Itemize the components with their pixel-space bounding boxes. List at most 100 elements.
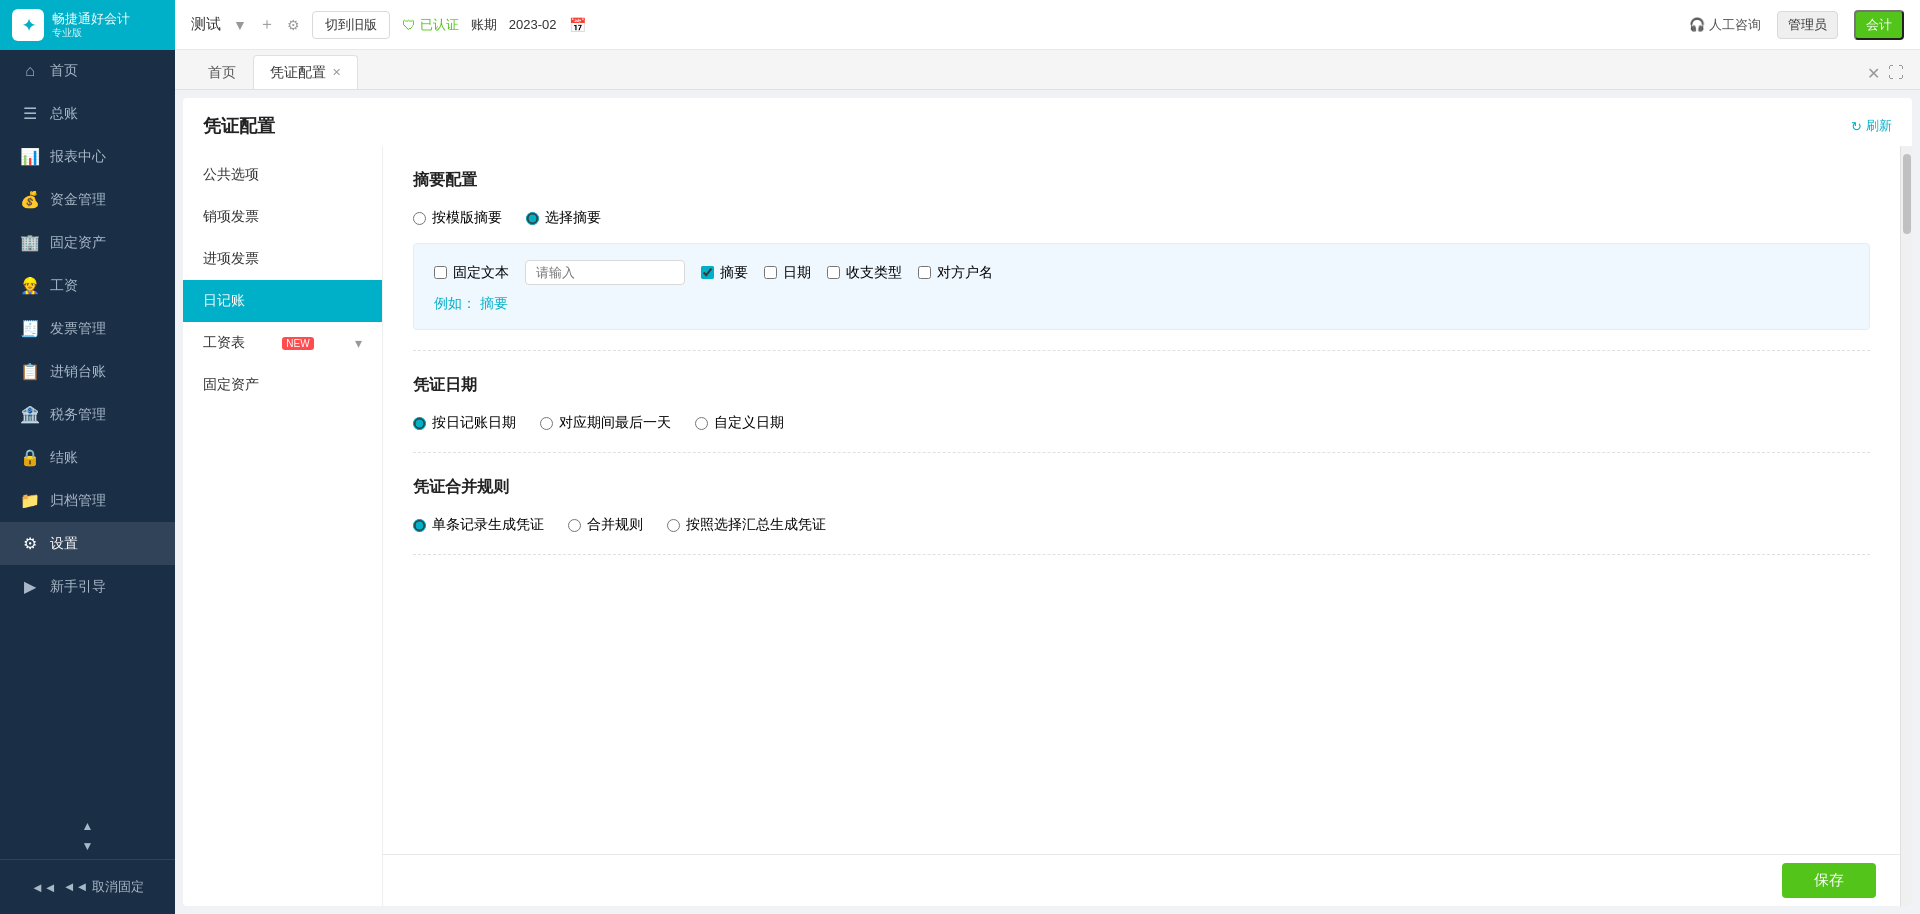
checkbox-pay-type-input[interactable] (827, 266, 840, 279)
radio-last-day[interactable]: 对应期间最后一天 (540, 414, 671, 432)
new-badge: NEW (282, 337, 313, 350)
sidebar-item-home[interactable]: ⌂ 首页 (0, 50, 175, 92)
radio-custom-date-input[interactable] (695, 417, 708, 430)
nav-item-sales[interactable]: 销项发票 (183, 196, 382, 238)
checkbox-counterpart-input[interactable] (918, 266, 931, 279)
tab-home-label: 首页 (208, 64, 236, 82)
radio-journal-date-label: 按日记账日期 (432, 414, 516, 432)
example-text: 例如： 摘要 (434, 295, 1849, 313)
radio-template-label: 按模版摘要 (432, 209, 502, 227)
right-scrollbar[interactable] (1900, 146, 1912, 906)
radio-select-merge[interactable]: 按照选择汇总生成凭证 (667, 516, 826, 534)
sidebar-item-trade[interactable]: 📋 进销台账 (0, 350, 175, 393)
nav-item-public[interactable]: 公共选项 (183, 154, 382, 196)
radio-select-merge-input[interactable] (667, 519, 680, 532)
checkbox-fixed-text-input[interactable] (434, 266, 447, 279)
radio-template-input[interactable] (413, 212, 426, 225)
fixed-text-input[interactable] (525, 260, 685, 285)
radio-custom-date-label: 自定义日期 (714, 414, 784, 432)
sidebar-item-settings[interactable]: ⚙ 设置 (0, 522, 175, 565)
payroll-expand-icon[interactable]: ▾ (355, 335, 362, 351)
sidebar-item-label: 结账 (50, 449, 78, 467)
refresh-button[interactable]: ↻ 刷新 (1851, 117, 1892, 135)
checkbox-date-input[interactable] (764, 266, 777, 279)
nav-item-payroll-table[interactable]: 工资表 NEW ▾ (183, 322, 382, 364)
page-header: 凭证配置 ↻ 刷新 (183, 98, 1912, 146)
radio-merge-rule[interactable]: 合并规则 (568, 516, 643, 534)
calendar-icon[interactable]: 📅 (569, 17, 586, 33)
radio-select-input[interactable] (526, 212, 539, 225)
scroll-up-arrow[interactable]: ▲ (80, 817, 96, 835)
payroll-icon: 👷 (20, 276, 40, 295)
checkbox-date[interactable]: 日期 (764, 264, 811, 282)
nav-item-fixed-assets[interactable]: 固定资产 (183, 364, 382, 406)
tab-close-button[interactable]: ✕ (1867, 64, 1880, 83)
tab-voucher-config-close[interactable]: ✕ (332, 66, 341, 79)
sidebar-item-tax[interactable]: 🏦 税务管理 (0, 393, 175, 436)
checkbox-fixed-text[interactable]: 固定文本 (434, 264, 509, 282)
sidebar-item-payroll[interactable]: 👷 工资 (0, 264, 175, 307)
sidebar-item-label: 发票管理 (50, 320, 106, 338)
tab-home[interactable]: 首页 (191, 55, 253, 89)
sidebar-item-invoice[interactable]: 🧾 发票管理 (0, 307, 175, 350)
guide-icon: ▶ (20, 577, 40, 596)
sidebar-item-funds[interactable]: 💰 资金管理 (0, 178, 175, 221)
sidebar-scroll-arrows: ▲ ▼ (0, 813, 175, 859)
radio-select-merge-label: 按照选择汇总生成凭证 (686, 516, 826, 534)
checkbox-counterpart[interactable]: 对方户名 (918, 264, 993, 282)
cancel-fixed-button[interactable]: ◄◄ ◄◄ 取消固定 (0, 870, 175, 904)
checkbox-pay-type[interactable]: 收支类型 (827, 264, 902, 282)
manager-button[interactable]: 管理员 (1777, 11, 1838, 39)
tab-fullscreen-button[interactable]: ⛶ (1888, 64, 1904, 83)
certified-label: 已认证 (420, 16, 459, 34)
topbar-add-button[interactable]: ＋ (259, 14, 275, 35)
switch-version-button[interactable]: 切到旧版 (312, 11, 390, 39)
radio-merge-rule-input[interactable] (568, 519, 581, 532)
sidebar-bottom: ◄◄ ◄◄ 取消固定 (0, 859, 175, 914)
sidebar-item-guide[interactable]: ▶ 新手引导 (0, 565, 175, 608)
refresh-icon: ↻ (1851, 119, 1862, 134)
radio-journal-date-input[interactable] (413, 417, 426, 430)
radio-template[interactable]: 按模版摘要 (413, 209, 502, 227)
sidebar-item-label: 税务管理 (50, 406, 106, 424)
summary-options-box: 固定文本 摘要 日期 (413, 243, 1870, 330)
radio-single-input[interactable] (413, 519, 426, 532)
radio-journal-date[interactable]: 按日记账日期 (413, 414, 516, 432)
topbar-project: 测试 (191, 15, 221, 34)
scrollbar-thumb[interactable] (1903, 154, 1911, 234)
summary-radio-group: 按模版摘要 选择摘要 (413, 209, 1870, 227)
radio-select-label: 选择摘要 (545, 209, 601, 227)
date-section-title: 凭证日期 (413, 375, 1870, 396)
checkbox-summary-label: 摘要 (720, 264, 748, 282)
topbar-period-value: 2023-02 (509, 17, 557, 32)
checkbox-counterpart-label: 对方户名 (937, 264, 993, 282)
certified-icon: 🛡 (402, 17, 416, 33)
radio-custom-date[interactable]: 自定义日期 (695, 414, 784, 432)
nav-item-purchase[interactable]: 进项发票 (183, 238, 382, 280)
sidebar-item-fixed[interactable]: 🏢 固定资产 (0, 221, 175, 264)
content-area: 凭证配置 ↻ 刷新 公共选项 销项发票 进项发票 (175, 90, 1920, 914)
sidebar-item-close[interactable]: 🔒 结账 (0, 436, 175, 479)
sidebar-item-ledger[interactable]: ☰ 总账 (0, 92, 175, 135)
funds-icon: 💰 (20, 190, 40, 209)
logo-icon: ✦ (12, 9, 44, 41)
topbar-dropdown-arrow[interactable]: ▼ (233, 17, 247, 33)
checkbox-summary-input[interactable] (701, 266, 714, 279)
topbar-settings-icon[interactable]: ⚙ (287, 17, 300, 33)
save-bar: 保存 (383, 854, 1900, 906)
radio-last-day-input[interactable] (540, 417, 553, 430)
checkbox-summary[interactable]: 摘要 (701, 264, 748, 282)
nav-item-journal[interactable]: 日记账 (183, 280, 382, 322)
save-button[interactable]: 保存 (1782, 863, 1876, 898)
radio-select[interactable]: 选择摘要 (526, 209, 601, 227)
consult-button[interactable]: 🎧 人工咨询 (1689, 16, 1761, 34)
home-icon: ⌂ (20, 62, 40, 80)
sidebar-item-archive[interactable]: 📁 归档管理 (0, 479, 175, 522)
tab-voucher-config[interactable]: 凭证配置 ✕ (253, 55, 358, 89)
settings-icon: ⚙ (20, 534, 40, 553)
radio-single[interactable]: 单条记录生成凭证 (413, 516, 544, 534)
scroll-down-arrow[interactable]: ▼ (80, 837, 96, 855)
accountant-button[interactable]: 会计 (1854, 10, 1904, 40)
refresh-label: 刷新 (1866, 117, 1892, 135)
sidebar-item-reports[interactable]: 📊 报表中心 (0, 135, 175, 178)
